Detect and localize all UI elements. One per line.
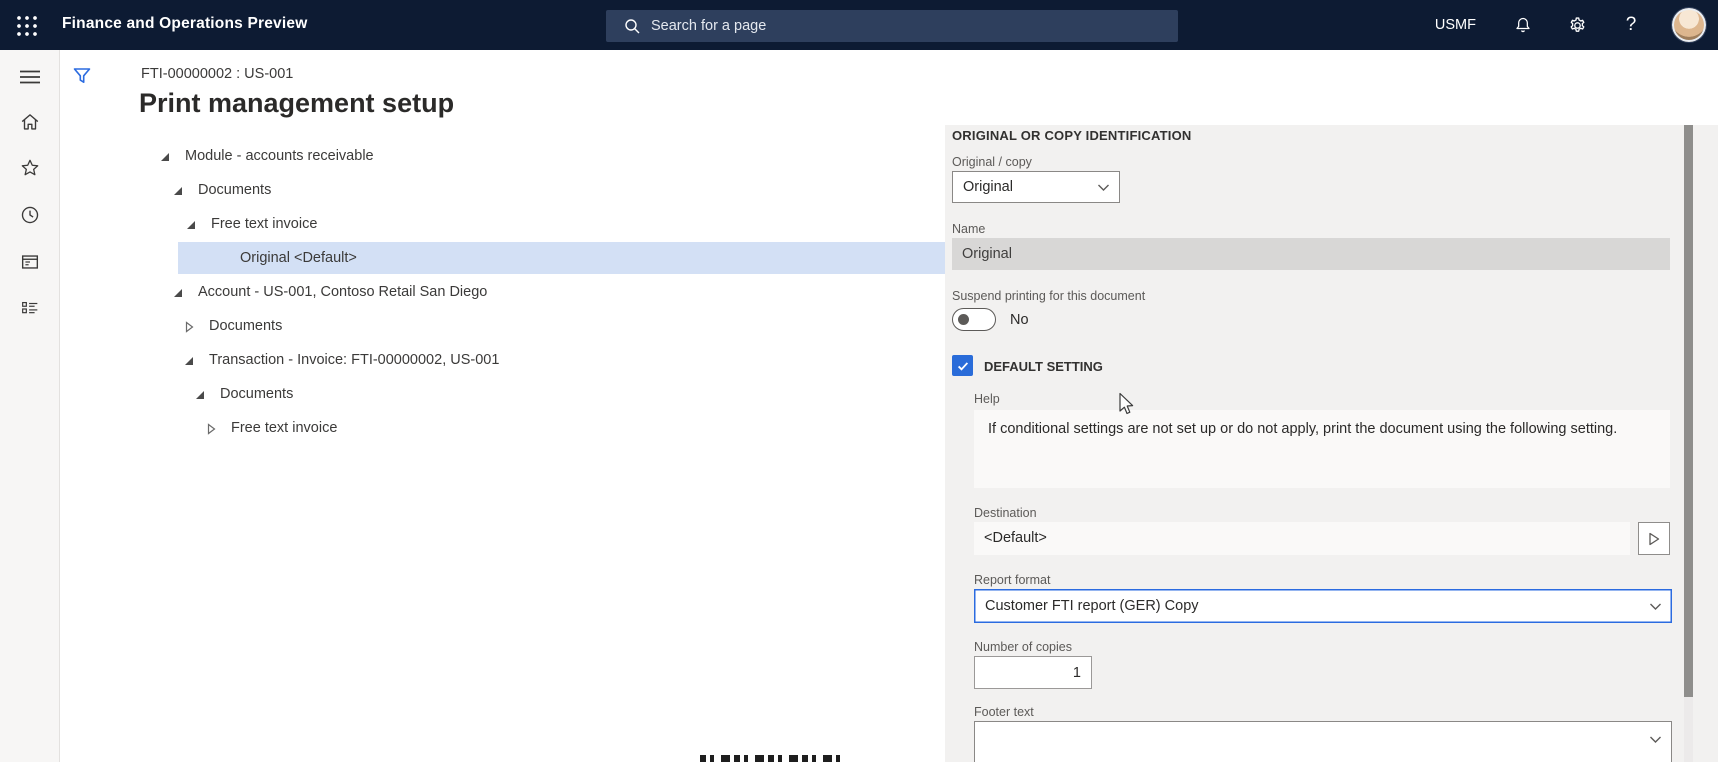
destination-flyout-button[interactable] [1638, 522, 1670, 555]
original-copy-label: Original / copy [952, 155, 1032, 169]
top-navigation-bar: Finance and Operations Preview Search fo… [0, 0, 1718, 50]
tree-expand-icon[interactable] [183, 354, 195, 366]
tree-row[interactable]: Free text invoice [145, 207, 945, 241]
number-of-copies-label: Number of copies [974, 640, 1072, 654]
tree-row[interactable]: Original <Default> [145, 241, 945, 275]
tree-row-label: Account - US-001, Contoso Retail San Die… [198, 284, 488, 300]
report-format-label: Report format [974, 573, 1051, 587]
suspend-printing-value: No [1010, 312, 1029, 328]
favorites-star-icon[interactable] [17, 155, 43, 181]
app-title: Finance and Operations Preview [62, 15, 308, 32]
breadcrumb: FTI-00000002 : US-001 [141, 66, 294, 82]
filter-funnel-icon[interactable] [70, 64, 94, 88]
chevron-down-icon [1650, 736, 1661, 743]
tree-row[interactable]: Documents [145, 377, 945, 411]
search-placeholder: Search for a page [651, 18, 767, 34]
modules-list-icon[interactable] [17, 296, 43, 322]
tree-row[interactable]: Free text invoice [145, 411, 945, 445]
number-of-copies-field[interactable] [974, 656, 1092, 689]
tree-collapse-icon[interactable] [205, 422, 217, 435]
footer-text-combobox[interactable] [974, 721, 1672, 762]
workspaces-form-icon[interactable] [17, 249, 43, 275]
vertical-scrollbar[interactable] [1684, 125, 1693, 762]
report-format-combobox[interactable]: Customer FTI report (GER) Copy [974, 589, 1672, 623]
tree-row-label: Free text invoice [231, 420, 338, 436]
search-icon [625, 18, 640, 33]
tree-row[interactable]: Module - accounts receivable [145, 139, 945, 173]
chevron-down-icon [1098, 184, 1109, 191]
navigation-rail [0, 50, 60, 762]
user-avatar[interactable] [1672, 8, 1706, 42]
tree-row-label: Documents [220, 386, 294, 402]
tree-row-label: Original <Default> [240, 250, 357, 266]
tree-expand-icon[interactable] [185, 218, 197, 230]
footer-text-label: Footer text [974, 705, 1034, 719]
help-label: Help [974, 392, 1000, 406]
hamburger-menu-icon[interactable] [17, 64, 43, 90]
notifications-bell-icon[interactable] [1510, 12, 1536, 38]
help-icon[interactable]: ? [1618, 12, 1644, 38]
tree-row-label: Documents [209, 318, 283, 334]
section-title-original-or-copy: ORIGINAL OR COPY IDENTIFICATION [952, 128, 1192, 143]
destination-label: Destination [974, 506, 1037, 520]
search-input[interactable]: Search for a page [606, 10, 1178, 42]
tree-row[interactable]: Account - US-001, Contoso Retail San Die… [145, 275, 945, 309]
default-setting-label: DEFAULT SETTING [984, 359, 1103, 374]
chevron-down-icon [1650, 603, 1661, 610]
app-launcher-icon[interactable] [14, 13, 37, 36]
tree-row[interactable]: Documents [145, 309, 945, 343]
page-title: Print management setup [139, 88, 455, 118]
tree-row[interactable]: Documents [145, 173, 945, 207]
tree-row-label: Free text invoice [211, 216, 318, 232]
name-field [952, 238, 1670, 270]
suspend-printing-toggle[interactable] [952, 308, 996, 331]
scrollbar-thumb[interactable] [1684, 125, 1693, 697]
tree-row-label: Transaction - Invoice: FTI-00000002, US-… [209, 352, 500, 368]
default-setting-checkbox[interactable] [952, 355, 973, 376]
original-copy-combobox[interactable]: Original [952, 171, 1120, 203]
help-text: If conditional settings are not set up o… [974, 410, 1670, 488]
checkmark-icon [957, 361, 968, 371]
tree-row[interactable]: Transaction - Invoice: FTI-00000002, US-… [145, 343, 945, 377]
tree-expand-icon[interactable] [159, 150, 171, 162]
recent-clock-icon[interactable] [17, 202, 43, 228]
tree-collapse-icon[interactable] [183, 320, 195, 333]
suspend-printing-label: Suspend printing for this document [952, 289, 1146, 303]
tree: Module - accounts receivable Documents Fre… [145, 139, 945, 451]
settings-gear-icon[interactable] [1564, 12, 1590, 38]
tree-expand-icon[interactable] [172, 184, 184, 196]
tree-expand-icon[interactable] [194, 388, 206, 400]
tree-row-label: Module - accounts receivable [185, 148, 374, 164]
name-label: Name [952, 222, 986, 236]
home-icon[interactable] [17, 109, 43, 135]
tree-expand-icon[interactable] [172, 286, 184, 298]
toggle-knob [958, 313, 969, 325]
clipped-text-fragment [700, 755, 840, 762]
tree-row-label: Documents [198, 182, 272, 198]
company-picker[interactable]: USMF [1435, 17, 1476, 33]
play-triangle-icon [1649, 532, 1660, 545]
print-management-setup-page: Finance and Operations Preview Search fo… [0, 0, 1718, 762]
destination-field[interactable]: <Default> [974, 522, 1630, 555]
